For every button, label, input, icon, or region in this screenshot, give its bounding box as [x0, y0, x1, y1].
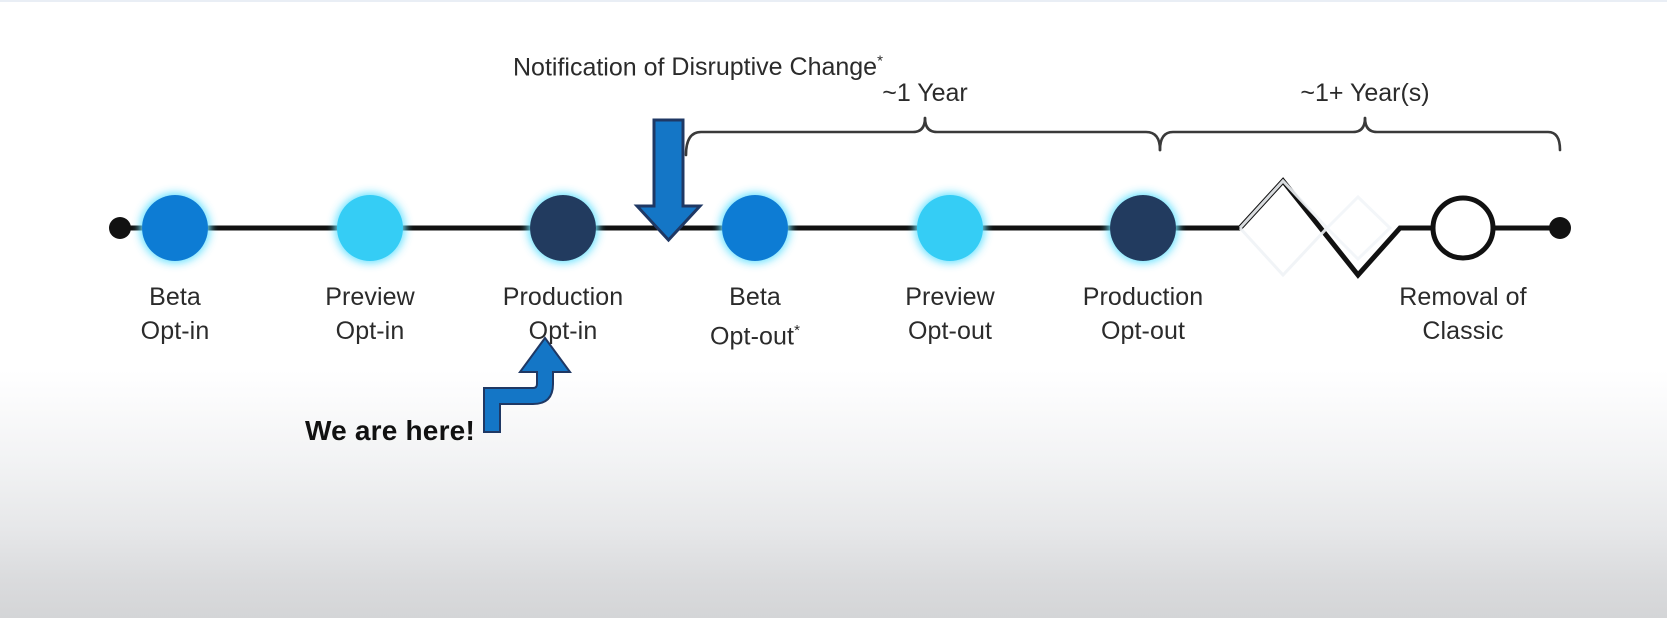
footnote-asterisk: *	[877, 53, 883, 70]
brace-one-year	[684, 116, 1162, 157]
node-beta-opt-out[interactable]	[722, 195, 788, 261]
we-are-here-text: We are here!	[305, 415, 475, 446]
we-are-here-arrow-icon	[483, 336, 572, 433]
label-line-2: Opt-out*	[655, 314, 855, 353]
node-production-opt-in[interactable]	[530, 195, 596, 261]
label-line-2: Classic	[1422, 317, 1504, 345]
brace-label-text: ~1 Year	[882, 79, 968, 107]
label-line-2: Opt-in	[140, 317, 210, 345]
node-removal-of-classic[interactable]	[1430, 195, 1496, 261]
label-line-1: Preview	[325, 283, 415, 311]
callout-line-1: Notification of	[513, 53, 665, 82]
axis-end-dot	[1549, 217, 1571, 239]
notification-callout-text: Notification of Disruptive Change*	[513, 45, 883, 84]
label-line-2: Opt-out	[907, 317, 993, 345]
label-line-1: Removal of	[1399, 283, 1527, 311]
node-preview-opt-out[interactable]	[917, 195, 983, 261]
diagram-canvas: Beta Opt-in Preview Opt-in Production Op…	[0, 0, 1667, 618]
label-line-2: Opt-in	[335, 317, 405, 345]
zigzag-break-icon	[1190, 177, 1435, 279]
axis-start-dot	[109, 217, 131, 239]
brace-one-plus-years	[1158, 116, 1562, 152]
node-beta-opt-in[interactable]	[142, 195, 208, 261]
label-beta-opt-out: Beta Opt-out*	[655, 280, 855, 353]
label-line-1: Beta	[729, 283, 781, 311]
label-line-2: Opt-in	[528, 317, 598, 345]
node-preview-opt-in[interactable]	[337, 195, 403, 261]
label-removal-of-classic: Removal of Classic	[1353, 280, 1573, 348]
label-line-1: Production	[1082, 283, 1204, 311]
label-production-opt-out: Production Opt-out	[1033, 280, 1253, 348]
label-preview-opt-in: Preview Opt-in	[270, 280, 470, 348]
we-are-here-label: We are here!	[305, 415, 475, 447]
brace-label-text: ~1+ Year(s)	[1300, 79, 1430, 107]
label-line-2: Opt-out	[1100, 317, 1186, 345]
node-production-opt-out[interactable]	[1110, 195, 1176, 261]
label-line-1: Production	[502, 283, 624, 311]
label-preview-opt-out: Preview Opt-out	[850, 280, 1050, 348]
label-production-opt-in: Production Opt-in	[453, 280, 673, 348]
timeline-axis	[109, 177, 1571, 279]
label-line-1: Preview	[905, 283, 995, 311]
label-line-1: Beta	[149, 283, 201, 311]
label-beta-opt-in: Beta Opt-in	[75, 280, 275, 348]
footnote-asterisk: *	[794, 322, 800, 339]
label-line-2-text: Opt-out	[709, 322, 795, 351]
brace-label-one-year: ~1 Year	[825, 76, 1025, 110]
brace-label-one-plus-years: ~1+ Year(s)	[1265, 76, 1465, 110]
